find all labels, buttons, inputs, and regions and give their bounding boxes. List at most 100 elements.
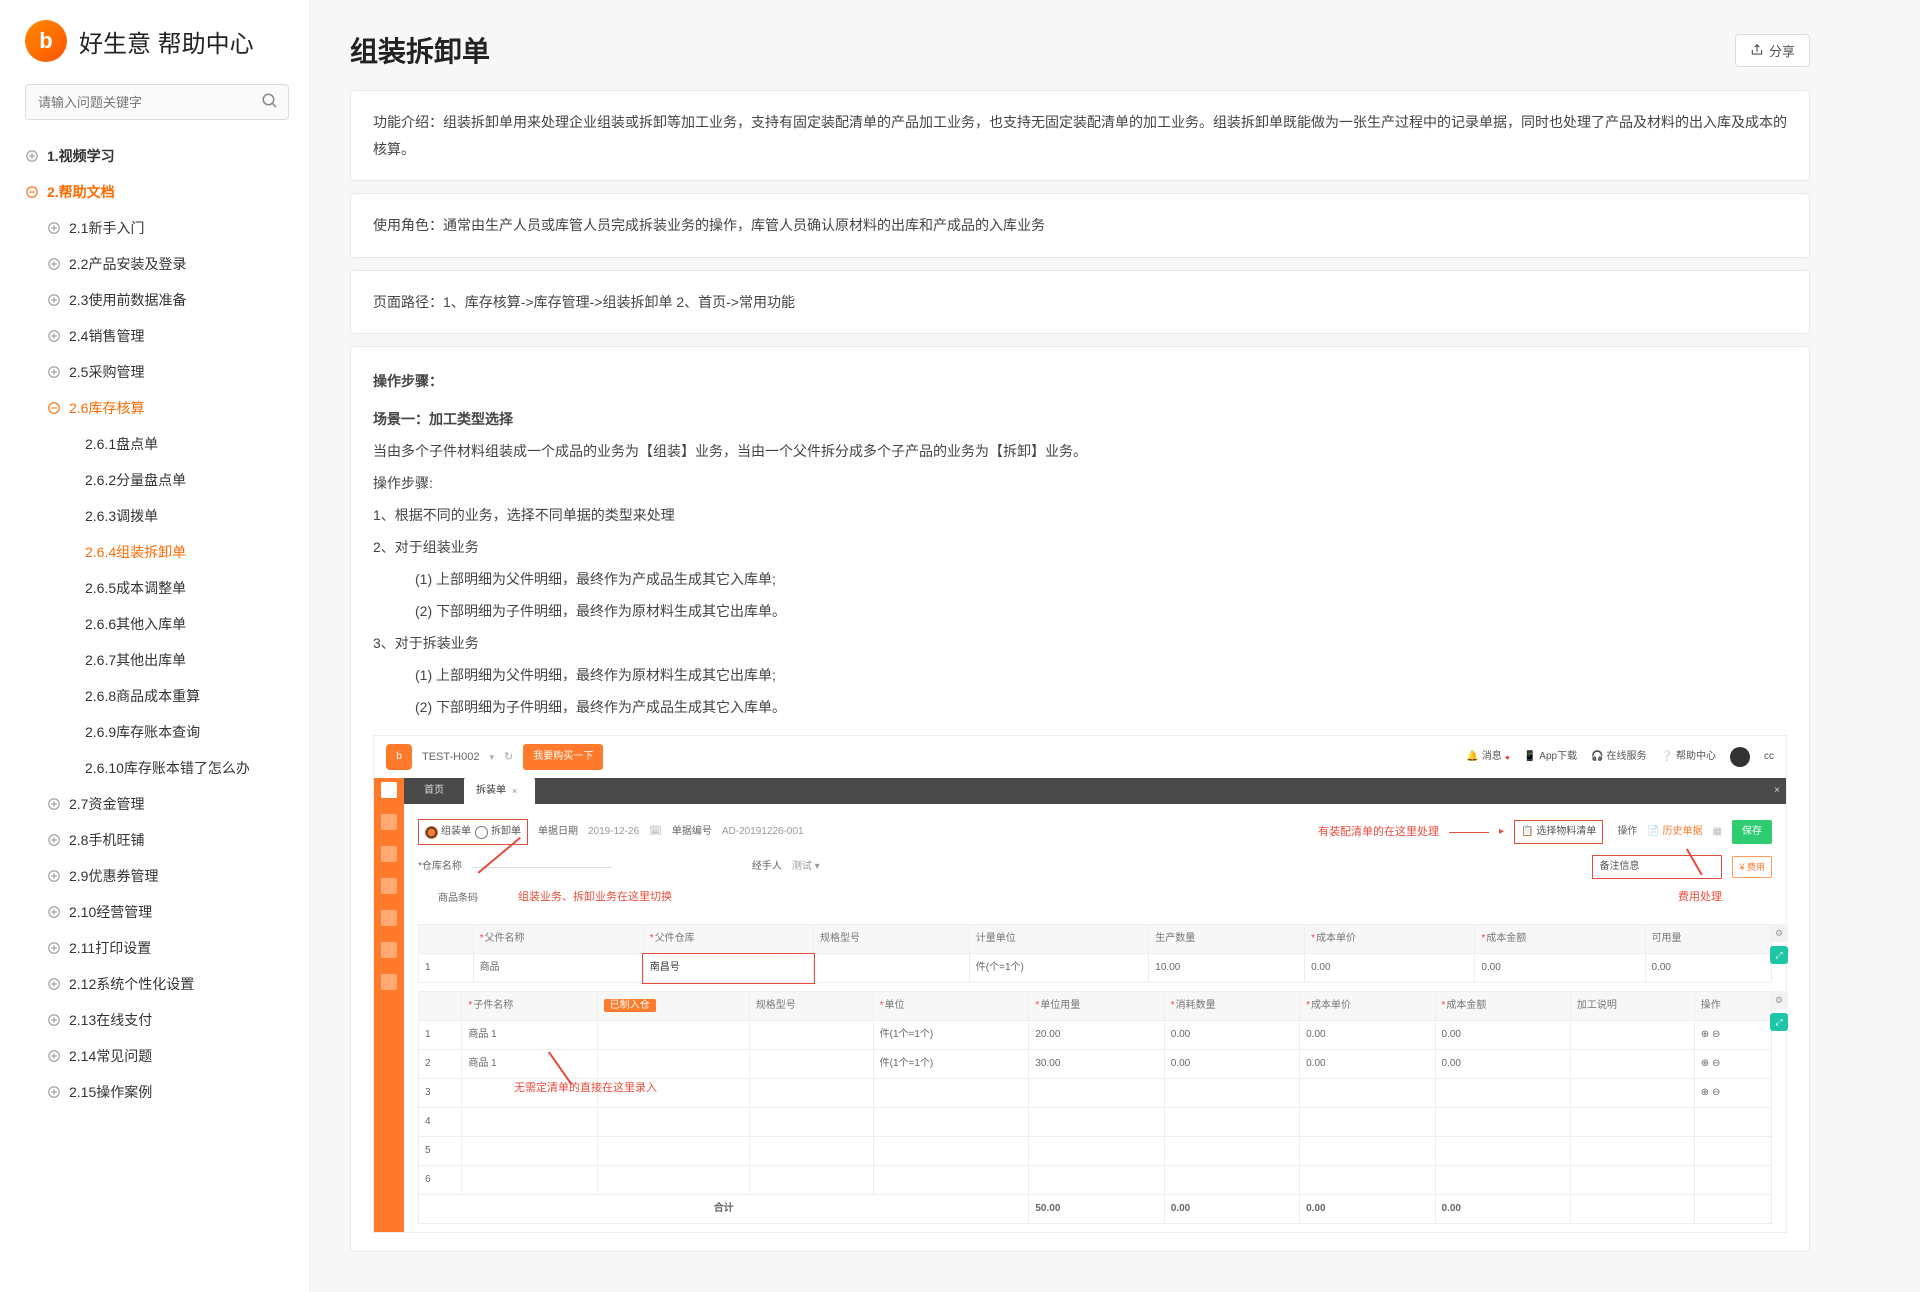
nav-label: 2.4销售管理 xyxy=(69,326,144,346)
nav-label: 2.15操作案例 xyxy=(69,1082,152,1102)
refresh-icon[interactable]: ↻ xyxy=(504,746,513,768)
plus-icon xyxy=(47,797,61,811)
step-line: (1) 上部明细为父件明细，最终作为原材料生成其它出库单; xyxy=(373,661,1787,689)
page-header: 组装拆卸单 分享 xyxy=(350,30,1810,70)
step-line: (2) 下部明细为子件明细，最终作为原材料生成其它出库单。 xyxy=(373,597,1787,625)
search-input[interactable] xyxy=(25,84,289,120)
nav-item[interactable]: 2.6.6其他入库单 xyxy=(25,606,289,642)
chevron-down-icon[interactable]: ▾ xyxy=(489,748,494,766)
plus-icon xyxy=(47,833,61,847)
nav-icon[interactable] xyxy=(381,846,397,862)
nav-item[interactable]: 2.13在线支付 xyxy=(25,1002,289,1038)
ss-bom-button[interactable]: 📋 选择物料清单 xyxy=(1514,820,1603,844)
step-line: 3、对于拆装业务 xyxy=(373,629,1787,657)
nav-item[interactable]: 2.14常见问题 xyxy=(25,1038,289,1074)
tab-active[interactable]: 拆装单× xyxy=(464,777,535,805)
plus-icon xyxy=(47,1049,61,1063)
step-line: (2) 下部明细为子件明细，最终作为产成品生成其它入库单。 xyxy=(373,693,1787,721)
nav-item[interactable]: 2.4销售管理 xyxy=(25,318,289,354)
grid-icon[interactable]: ▦ xyxy=(1713,822,1722,842)
nav-item[interactable]: 2.2产品安装及登录 xyxy=(25,246,289,282)
logo-icon: b xyxy=(25,20,67,62)
ss-logo-icon: b xyxy=(386,744,412,770)
plus-icon xyxy=(47,329,61,343)
share-button[interactable]: 分享 xyxy=(1735,34,1810,67)
settings-icon[interactable]: ⚙ xyxy=(1770,924,1788,942)
nav-label: 2.1新手入门 xyxy=(69,218,144,238)
nav-item[interactable]: 2.6.9库存账本查询 xyxy=(25,714,289,750)
nav-label: 2.6.5成本调整单 xyxy=(85,578,186,598)
nav-label: 2.6.10库存账本错了怎么办 xyxy=(85,758,250,778)
nav-item[interactable]: 2.6.3调拨单 xyxy=(25,498,289,534)
settings-icon[interactable]: ⚙ xyxy=(1770,991,1788,1009)
ss-fee-button[interactable]: ¥ 费用 xyxy=(1732,856,1772,878)
calendar-icon[interactable]: 🗓 xyxy=(649,822,662,842)
nav-item[interactable]: 2.6.5成本调整单 xyxy=(25,570,289,606)
site-title: 好生意 帮助中心 xyxy=(79,24,254,59)
nav-item[interactable]: 2.15操作案例 xyxy=(25,1074,289,1110)
nav-icon[interactable] xyxy=(381,878,397,894)
plus-icon xyxy=(47,941,61,955)
ss-help[interactable]: ❔ 帮助中心 xyxy=(1661,747,1716,767)
ss-service[interactable]: 🎧 在线服务 xyxy=(1591,747,1646,767)
close-icon[interactable]: × xyxy=(512,782,517,800)
nav-item[interactable]: 2.12系统个性化设置 xyxy=(25,966,289,1002)
expand-icon[interactable]: ⤢ xyxy=(1770,1013,1788,1031)
expand-icon[interactable]: ⤢ xyxy=(1770,946,1788,964)
ss-remark-field[interactable]: 备注信息 xyxy=(1592,855,1722,879)
nav-label: 2.13在线支付 xyxy=(69,1010,152,1030)
nav-label: 2.7资金管理 xyxy=(69,794,144,814)
scene-title: 场景一：加工类型选择 xyxy=(373,405,1787,433)
main: 组装拆卸单 分享 功能介绍：组装拆卸单用来处理企业组装或拆卸等加工业务，支持有固… xyxy=(310,0,1920,1292)
nav-icon[interactable] xyxy=(381,974,397,990)
home-icon[interactable] xyxy=(381,782,397,798)
plus-icon xyxy=(47,293,61,307)
nav-item[interactable]: 2.6.4组装拆卸单 xyxy=(25,534,289,570)
plus-icon xyxy=(47,1085,61,1099)
nav-item[interactable]: 2.10经营管理 xyxy=(25,894,289,930)
nav-item[interactable]: 2.8手机旺铺 xyxy=(25,822,289,858)
nav-item[interactable]: 2.6库存核算 xyxy=(25,390,289,426)
nav-item[interactable]: 2.6.10库存账本错了怎么办 xyxy=(25,750,289,786)
plus-icon xyxy=(47,869,61,883)
tab-close-all-icon[interactable]: × xyxy=(1774,781,1780,801)
plus-icon xyxy=(25,149,39,163)
tab-home[interactable]: 首页 xyxy=(412,777,462,805)
nav-icon[interactable] xyxy=(381,814,397,830)
nav-item[interactable]: 2.11打印设置 xyxy=(25,930,289,966)
nav-item[interactable]: 2.6.2分量盘点单 xyxy=(25,462,289,498)
nav-icon[interactable] xyxy=(381,942,397,958)
nav-item[interactable]: 2.6.1盘点单 xyxy=(25,426,289,462)
nav-icon[interactable] xyxy=(381,910,397,926)
nav-item[interactable]: 2.9优惠券管理 xyxy=(25,858,289,894)
annotation-direct-entry: 无需定清单的直接在这里录入 xyxy=(514,1077,657,1099)
ss-save-button[interactable]: 保存 xyxy=(1732,820,1772,844)
avatar-icon[interactable] xyxy=(1730,747,1750,767)
nav-item[interactable]: 2.6.8商品成本重算 xyxy=(25,678,289,714)
nav-item[interactable]: 1.视频学习 xyxy=(25,138,289,174)
step-line: (1) 上部明细为父件明细，最终作为产成品生成其它入库单; xyxy=(373,565,1787,593)
nav-item[interactable]: 2.3使用前数据准备 xyxy=(25,282,289,318)
nav-label: 2.6.6其他入库单 xyxy=(85,614,186,634)
plus-icon xyxy=(47,365,61,379)
search-icon[interactable] xyxy=(261,92,279,110)
nav-item[interactable]: 2.5采购管理 xyxy=(25,354,289,390)
ss-type-radio-group[interactable]: 组装单 拆卸单 xyxy=(418,819,528,845)
nav-item[interactable]: 2.6.7其他出库单 xyxy=(25,642,289,678)
sidebar: b 好生意 帮助中心 1.视频学习2.帮助文档 2.1新手入门 2.2产品安装及登录… xyxy=(0,0,310,1292)
ss-app[interactable]: 📱 App下载 xyxy=(1524,747,1577,767)
nav-item[interactable]: 2.1新手入门 xyxy=(25,210,289,246)
ss-history-link[interactable]: 📄 历史单据 xyxy=(1647,822,1702,842)
ss-leftnav xyxy=(374,778,404,1232)
ss-msg[interactable]: 🔔 消息● xyxy=(1466,747,1509,767)
nav-item[interactable]: 2.7资金管理 xyxy=(25,786,289,822)
nav-label: 2.6库存核算 xyxy=(69,398,144,418)
ss-parent-table: 父件名称父件仓库规格型号计量单位生产数量成本单价成本金额可用量1商品南昌号件(个… xyxy=(418,924,1772,983)
nav-label: 2.6.1盘点单 xyxy=(85,434,158,454)
annotation-radio: 组装业务、拆卸业务在这里切换 xyxy=(518,886,672,908)
nav-item[interactable]: 2.帮助文档 xyxy=(25,174,289,210)
role-box: 使用角色：通常由生产人员或库管人员完成拆装业务的操作，库管人员确认原材料的出库和… xyxy=(350,193,1810,258)
ss-trial-button[interactable]: 我要购买一下 xyxy=(523,744,603,770)
ss-user: cc xyxy=(1764,747,1774,767)
plus-icon xyxy=(47,905,61,919)
